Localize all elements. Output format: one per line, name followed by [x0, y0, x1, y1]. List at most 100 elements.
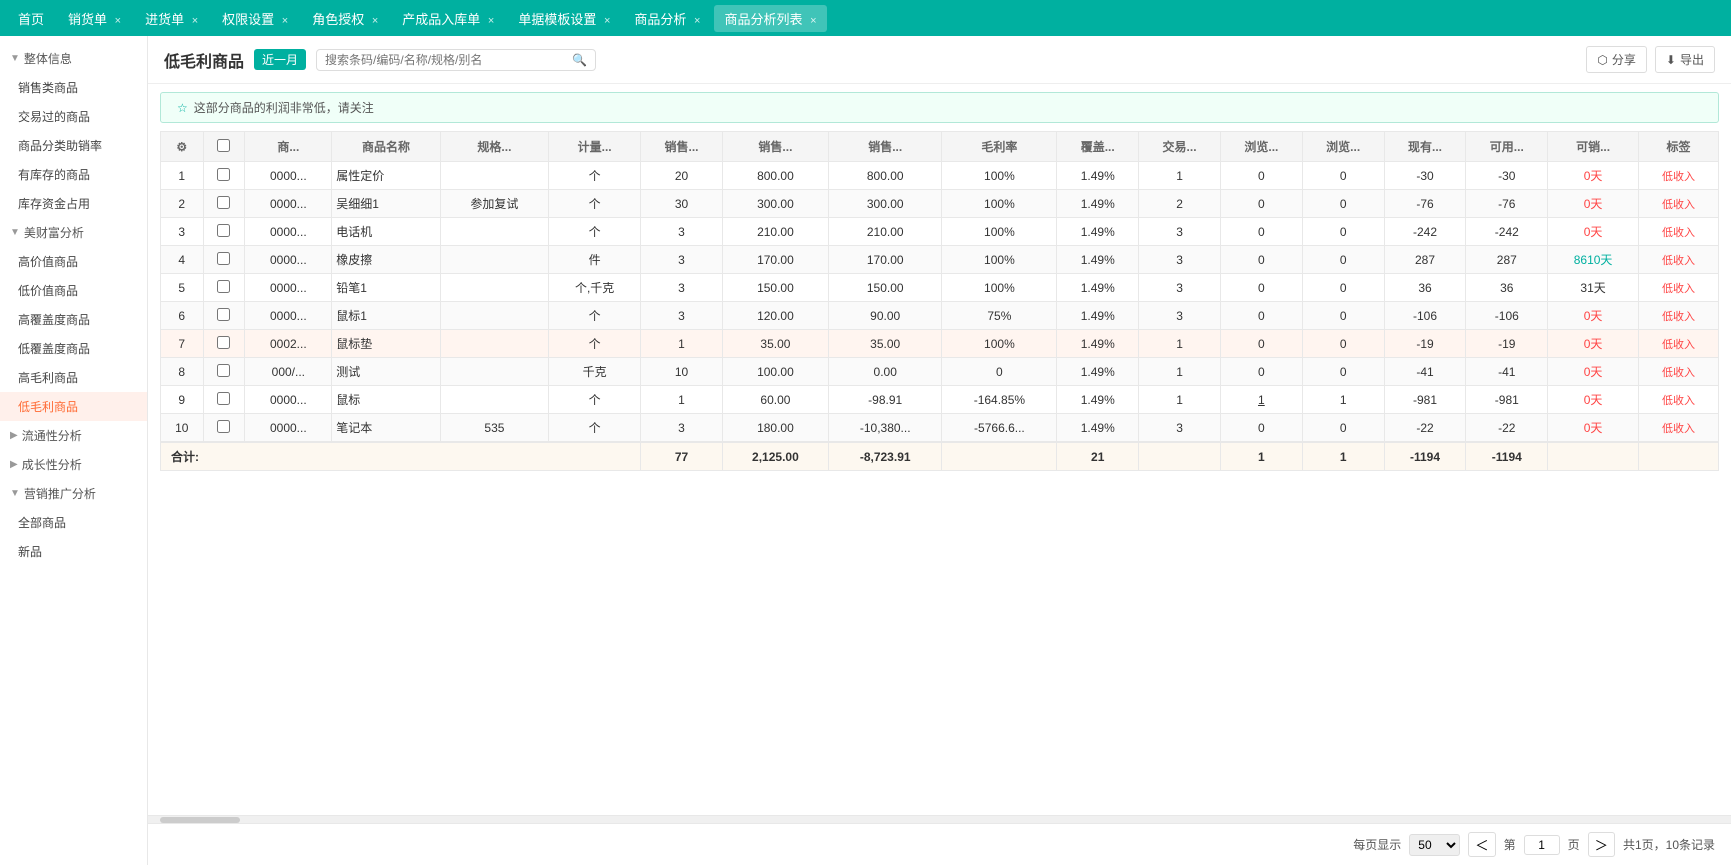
col-trade[interactable]: 交易...	[1139, 132, 1221, 162]
sidebar-item-high-margin[interactable]: 高毛利商品	[0, 363, 147, 392]
sidebar-item-sales-goods[interactable]: 销售类商品	[0, 73, 147, 102]
row-browse1: 0	[1220, 274, 1302, 302]
col-unit[interactable]: 计量...	[549, 132, 641, 162]
per-page-select[interactable]: 50 100 200	[1409, 834, 1460, 856]
table-row: 3 0000... 电话机 个 3 210.00 210.00 100% 1.4…	[161, 218, 1719, 246]
nav-goods-analysis-list[interactable]: 商品分析列表 ×	[714, 5, 826, 32]
sidebar-item-low-value[interactable]: 低价值商品	[0, 276, 147, 305]
sidebar-group-wealth[interactable]: ▼美财富分析	[0, 218, 147, 247]
row-select-checkbox[interactable]	[217, 364, 230, 377]
sidebar-item-all-goods[interactable]: 全部商品	[0, 508, 147, 537]
row-checkbox[interactable]	[203, 330, 245, 358]
sidebar-group-liquidity[interactable]: ▶流通性分析	[0, 421, 147, 450]
row-select-checkbox[interactable]	[217, 280, 230, 293]
col-salable[interactable]: 可销...	[1548, 132, 1639, 162]
col-tag[interactable]: 标签	[1638, 132, 1718, 162]
export-button[interactable]: ⬇ 导出	[1655, 46, 1715, 73]
col-stock[interactable]: 现有...	[1384, 132, 1466, 162]
close-icon[interactable]: ×	[604, 15, 610, 27]
search-input[interactable]	[325, 53, 568, 67]
row-select-checkbox[interactable]	[217, 196, 230, 209]
scrollbar-thumb[interactable]	[160, 817, 240, 823]
row-spec	[440, 330, 548, 358]
share-button[interactable]: ⬡ 分享	[1586, 46, 1647, 73]
col-spec[interactable]: 规格...	[440, 132, 548, 162]
search-icon[interactable]: 🔍	[572, 53, 587, 67]
horizontal-scrollbar[interactable]	[148, 815, 1731, 823]
col-coverage[interactable]: 覆盖...	[1057, 132, 1139, 162]
sidebar-item-high-coverage[interactable]: 高覆盖度商品	[0, 305, 147, 334]
col-available[interactable]: 可用...	[1466, 132, 1548, 162]
col-margin[interactable]: 毛利率	[942, 132, 1057, 162]
row-browse2: 1	[1302, 386, 1384, 414]
col-amount[interactable]: 销售...	[828, 132, 942, 162]
per-page-label: 每页显示	[1353, 836, 1401, 853]
close-icon[interactable]: ×	[372, 15, 378, 27]
close-icon[interactable]: ×	[192, 15, 198, 27]
sidebar-item-low-coverage[interactable]: 低覆盖度商品	[0, 334, 147, 363]
sidebar-group-growth[interactable]: ▶成长性分析	[0, 450, 147, 479]
sidebar-item-in-stock[interactable]: 有库存的商品	[0, 160, 147, 189]
row-checkbox[interactable]	[203, 386, 245, 414]
nav-sales[interactable]: 销货单 ×	[58, 5, 131, 32]
close-icon[interactable]: ×	[810, 15, 816, 27]
sidebar-item-traded-goods[interactable]: 交易过的商品	[0, 102, 147, 131]
nav-product-in[interactable]: 产成品入库单 ×	[392, 5, 504, 32]
sidebar-item-category-rate[interactable]: 商品分类助销率	[0, 131, 147, 160]
col-browse1[interactable]: 浏览...	[1220, 132, 1302, 162]
next-page-button[interactable]: ＞	[1588, 832, 1615, 857]
gear-icon[interactable]: ⚙	[176, 140, 187, 154]
time-badge[interactable]: 近一月	[254, 49, 306, 70]
row-tag: 低收入	[1638, 218, 1718, 246]
row-tag: 低收入	[1638, 386, 1718, 414]
page-input[interactable]	[1524, 835, 1560, 855]
row-select-checkbox[interactable]	[217, 420, 230, 433]
nav-role[interactable]: 角色授权 ×	[302, 5, 388, 32]
nav-permission[interactable]: 权限设置 ×	[212, 5, 298, 32]
row-select-checkbox[interactable]	[217, 308, 230, 321]
row-code: 0000...	[245, 190, 332, 218]
nav-purchase[interactable]: 进货单 ×	[135, 5, 208, 32]
row-checkbox[interactable]	[203, 190, 245, 218]
col-code[interactable]: 商...	[245, 132, 332, 162]
sidebar-group-overall[interactable]: ▼整体信息	[0, 44, 147, 73]
row-checkbox[interactable]	[203, 302, 245, 330]
row-coverage: 1	[1139, 358, 1221, 386]
sidebar-item-low-margin[interactable]: 低毛利商品	[0, 392, 147, 421]
row-code: 000/...	[245, 358, 332, 386]
table-row: 2 0000... 吴细细1 参加复试 个 30 300.00 300.00 1…	[161, 190, 1719, 218]
row-checkbox[interactable]	[203, 162, 245, 190]
sidebar-item-high-value[interactable]: 高价值商品	[0, 247, 147, 276]
close-icon[interactable]: ×	[282, 15, 288, 27]
table-container[interactable]: ⚙ 商... 商品名称 规格... 计量... 销售... 销售... 销售..…	[148, 131, 1731, 815]
close-icon[interactable]: ×	[115, 15, 121, 27]
nav-goods-analysis[interactable]: 商品分析 ×	[624, 5, 710, 32]
sidebar-item-fund-occupy[interactable]: 库存资金占用	[0, 189, 147, 218]
close-icon[interactable]: ×	[488, 15, 494, 27]
row-select-checkbox[interactable]	[217, 392, 230, 405]
col-settings[interactable]: ⚙	[161, 132, 204, 162]
row-select-checkbox[interactable]	[217, 224, 230, 237]
col-name[interactable]: 商品名称	[332, 132, 440, 162]
row-checkbox[interactable]	[203, 274, 245, 302]
prev-page-button[interactable]: ＜	[1468, 832, 1495, 857]
row-checkbox[interactable]	[203, 414, 245, 443]
col-checkbox[interactable]	[203, 132, 245, 162]
col-browse2[interactable]: 浏览...	[1302, 132, 1384, 162]
row-browse1[interactable]: 1	[1220, 386, 1302, 414]
row-name: 属性定价	[332, 162, 440, 190]
row-select-checkbox[interactable]	[217, 336, 230, 349]
row-checkbox[interactable]	[203, 358, 245, 386]
row-checkbox[interactable]	[203, 218, 245, 246]
nav-template[interactable]: 单据模板设置 ×	[508, 5, 620, 32]
sidebar-group-marketing[interactable]: ▼营销推广分析	[0, 479, 147, 508]
sidebar-item-new-goods[interactable]: 新品	[0, 537, 147, 566]
col-price[interactable]: 销售...	[722, 132, 828, 162]
select-all-checkbox[interactable]	[217, 139, 230, 152]
nav-home[interactable]: 首页	[8, 5, 54, 32]
col-qty[interactable]: 销售...	[641, 132, 723, 162]
row-select-checkbox[interactable]	[217, 168, 230, 181]
close-icon[interactable]: ×	[694, 15, 700, 27]
row-select-checkbox[interactable]	[217, 252, 230, 265]
row-checkbox[interactable]	[203, 246, 245, 274]
